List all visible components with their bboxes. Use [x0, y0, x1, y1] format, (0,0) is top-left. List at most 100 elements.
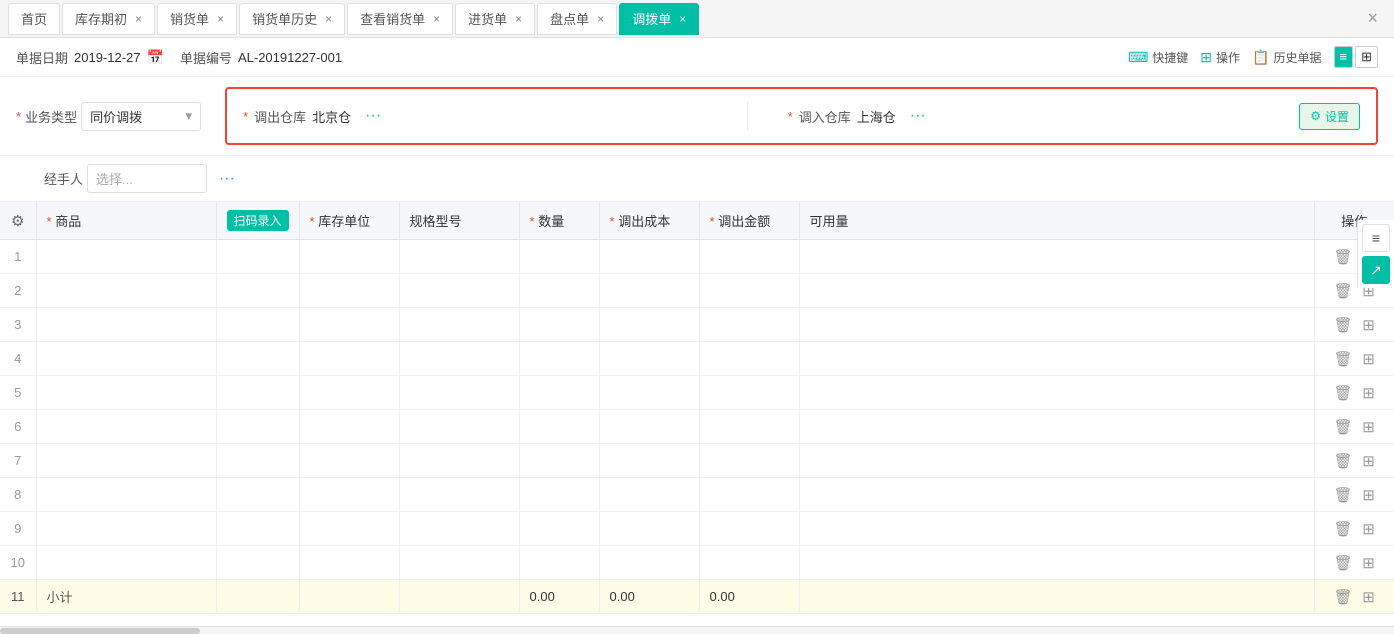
- spec-cell[interactable]: [399, 240, 519, 274]
- unit-cell[interactable]: [299, 308, 399, 342]
- delete-icon[interactable]: 🗑: [1334, 521, 1353, 538]
- scan-entry-button[interactable]: 扫码录入: [227, 210, 289, 231]
- unit-cell[interactable]: [299, 512, 399, 546]
- unit-cell[interactable]: [299, 240, 399, 274]
- qty-cell[interactable]: [519, 240, 599, 274]
- spec-cell[interactable]: [399, 512, 519, 546]
- cost-cell[interactable]: [599, 478, 699, 512]
- shortcut-button[interactable]: ⌨ 快捷键: [1128, 49, 1188, 66]
- amount-cell[interactable]: [699, 342, 799, 376]
- spec-cell[interactable]: [399, 376, 519, 410]
- cost-cell[interactable]: [599, 546, 699, 580]
- amount-cell[interactable]: [699, 376, 799, 410]
- warehouse-out-more[interactable]: ···: [365, 107, 381, 125]
- spec-cell[interactable]: [399, 274, 519, 308]
- tab-sales-order-close[interactable]: ×: [217, 12, 224, 26]
- qty-cell[interactable]: [519, 308, 599, 342]
- amount-cell[interactable]: [699, 478, 799, 512]
- handler-select[interactable]: 选择...: [87, 164, 207, 193]
- product-cell[interactable]: [36, 274, 216, 308]
- copy-icon[interactable]: ⊞: [1362, 487, 1375, 504]
- amount-cell[interactable]: [699, 274, 799, 308]
- product-cell[interactable]: [36, 308, 216, 342]
- side-external-button[interactable]: ↗: [1362, 256, 1390, 284]
- cost-cell[interactable]: [599, 512, 699, 546]
- side-list-button[interactable]: ≡: [1362, 224, 1390, 252]
- window-close-button[interactable]: ×: [1359, 8, 1386, 29]
- qty-cell[interactable]: [519, 274, 599, 308]
- handler-more[interactable]: ···: [219, 170, 235, 188]
- spec-cell[interactable]: [399, 410, 519, 444]
- tab-home[interactable]: 首页: [8, 3, 60, 35]
- copy-icon[interactable]: ⊞: [1362, 351, 1375, 368]
- table-settings-icon[interactable]: ⚙: [11, 213, 24, 230]
- amount-cell[interactable]: [699, 240, 799, 274]
- copy-icon[interactable]: ⊞: [1362, 317, 1375, 334]
- delete-icon[interactable]: 🗑: [1334, 317, 1353, 334]
- cost-cell[interactable]: [599, 444, 699, 478]
- amount-cell[interactable]: [699, 444, 799, 478]
- copy-icon[interactable]: ⊞: [1362, 589, 1375, 606]
- product-cell[interactable]: [36, 410, 216, 444]
- tab-stocktake[interactable]: 盘点单 ×: [537, 3, 617, 35]
- tab-purchase-order[interactable]: 进货单 ×: [455, 3, 535, 35]
- tab-view-sales-close[interactable]: ×: [433, 12, 440, 26]
- unit-cell[interactable]: [299, 376, 399, 410]
- product-cell[interactable]: [36, 512, 216, 546]
- calendar-icon[interactable]: 📅: [147, 49, 164, 66]
- cost-cell[interactable]: [599, 308, 699, 342]
- amount-cell[interactable]: [699, 308, 799, 342]
- horizontal-scrollbar[interactable]: [0, 626, 1394, 634]
- qty-cell[interactable]: [519, 512, 599, 546]
- copy-icon[interactable]: ⊞: [1362, 555, 1375, 572]
- product-cell[interactable]: [36, 478, 216, 512]
- operation-button[interactable]: ⊞ 操作: [1200, 49, 1240, 66]
- grid-view-button[interactable]: ⊞: [1355, 46, 1378, 68]
- tab-transfer-close[interactable]: ×: [679, 12, 686, 26]
- amount-cell[interactable]: [699, 410, 799, 444]
- delete-icon[interactable]: 🗑: [1334, 589, 1353, 606]
- copy-icon[interactable]: ⊞: [1362, 385, 1375, 402]
- cost-cell[interactable]: [599, 240, 699, 274]
- qty-cell[interactable]: [519, 444, 599, 478]
- product-cell[interactable]: [36, 376, 216, 410]
- copy-icon[interactable]: ⊞: [1362, 521, 1375, 538]
- unit-cell[interactable]: [299, 274, 399, 308]
- delete-icon[interactable]: 🗑: [1334, 385, 1353, 402]
- copy-icon[interactable]: ⊞: [1362, 419, 1375, 436]
- delete-icon[interactable]: 🗑: [1334, 249, 1353, 266]
- tab-transfer[interactable]: 调拨单 ×: [619, 3, 699, 35]
- settings-button[interactable]: ⚙ 设置: [1299, 103, 1360, 130]
- cost-cell[interactable]: [599, 376, 699, 410]
- delete-icon[interactable]: 🗑: [1334, 453, 1353, 470]
- history-button[interactable]: 📋 历史单据: [1252, 49, 1321, 66]
- unit-cell[interactable]: [299, 546, 399, 580]
- qty-cell[interactable]: [519, 342, 599, 376]
- cost-cell[interactable]: [599, 410, 699, 444]
- spec-cell[interactable]: [399, 444, 519, 478]
- scrollbar-thumb[interactable]: [0, 628, 200, 634]
- delete-icon[interactable]: 🗑: [1334, 351, 1353, 368]
- delete-icon[interactable]: 🗑: [1334, 555, 1353, 572]
- tab-purchase-order-close[interactable]: ×: [515, 12, 522, 26]
- product-cell[interactable]: [36, 546, 216, 580]
- unit-cell[interactable]: [299, 342, 399, 376]
- tab-inventory-init-close[interactable]: ×: [135, 12, 142, 26]
- list-view-button[interactable]: ≡: [1334, 46, 1354, 68]
- delete-icon[interactable]: 🗑: [1334, 419, 1353, 436]
- tab-stocktake-close[interactable]: ×: [597, 12, 604, 26]
- business-type-select[interactable]: 同价调拨 ▾: [81, 102, 201, 131]
- spec-cell[interactable]: [399, 308, 519, 342]
- cost-cell[interactable]: [599, 342, 699, 376]
- tab-inventory-init[interactable]: 库存期初 ×: [62, 3, 155, 35]
- product-cell[interactable]: [36, 240, 216, 274]
- tab-sales-history[interactable]: 销货单历史 ×: [239, 3, 345, 35]
- warehouse-in-more[interactable]: ···: [910, 107, 926, 125]
- product-cell[interactable]: [36, 342, 216, 376]
- unit-cell[interactable]: [299, 410, 399, 444]
- unit-cell[interactable]: [299, 478, 399, 512]
- product-cell[interactable]: [36, 444, 216, 478]
- copy-icon[interactable]: ⊞: [1362, 453, 1375, 470]
- unit-cell[interactable]: [299, 444, 399, 478]
- tab-sales-history-close[interactable]: ×: [325, 12, 332, 26]
